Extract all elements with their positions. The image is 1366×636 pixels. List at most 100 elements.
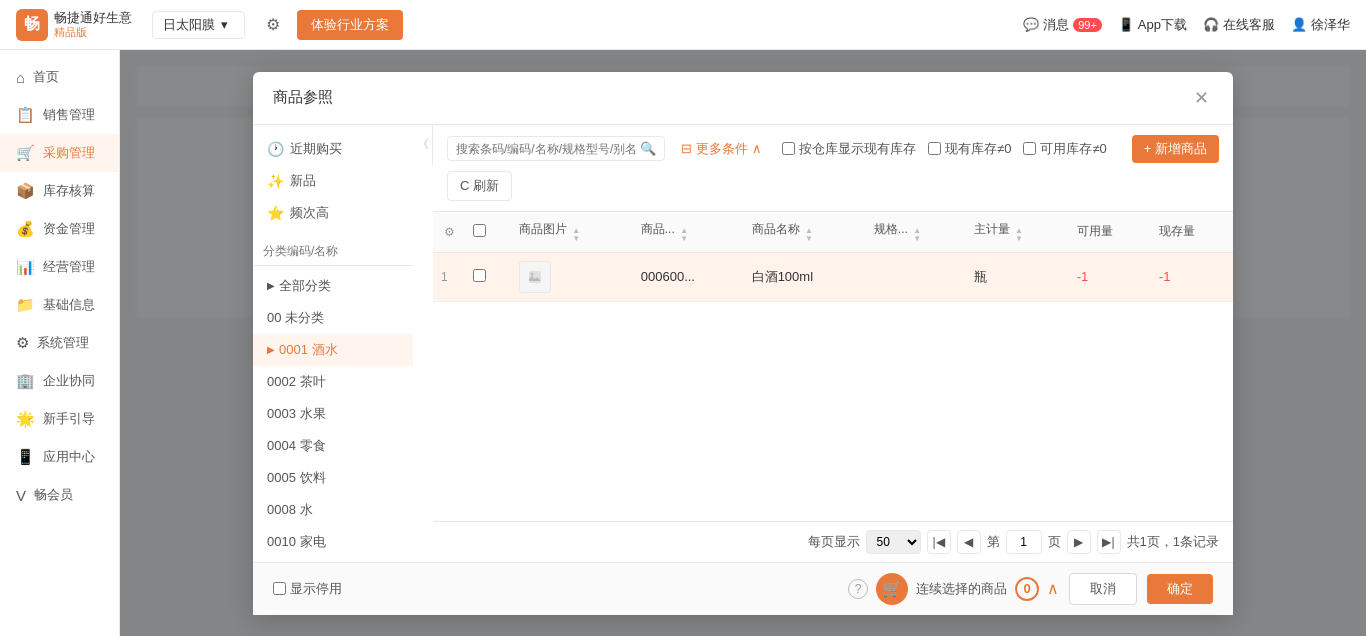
sidebar-item-enterprise[interactable]: 🏢 企业协同 (0, 362, 119, 400)
page-size-select[interactable]: 102050100 (866, 530, 921, 554)
refresh-button[interactable]: C 刷新 (447, 171, 512, 201)
show-disabled-checkbox[interactable]: 显示停用 (273, 580, 342, 598)
confirm-button[interactable]: 确定 (1147, 574, 1213, 604)
sidebar-item-apps[interactable]: 📱 应用中心 (0, 438, 119, 476)
category-item-0005[interactable]: 0005 饮料 (253, 462, 413, 494)
product-toolbar: 🔍 ⊟ 更多条件 ∧ 按仓库显示现有库存 (433, 125, 1233, 212)
sidebar-item-basic[interactable]: 📁 基础信息 (0, 286, 119, 324)
show-stock-checkbox[interactable]: 按仓库显示现有库存 (782, 140, 916, 158)
collapse-panel-button[interactable]: 《 (413, 125, 433, 165)
avatar: 👤 (1291, 17, 1307, 32)
sidebar-item-purchase[interactable]: 🛒 采购管理 (0, 134, 119, 172)
logo-icon: 畅 (16, 9, 48, 41)
row-checkbox-cell[interactable] (465, 252, 511, 301)
next-page-button[interactable]: ▶ (1067, 530, 1091, 554)
row-num-cell: 1 (433, 252, 465, 301)
trial-button[interactable]: 体验行业方案 (297, 10, 403, 40)
product-thumbnail (519, 261, 551, 293)
star-icon: ⭐ (267, 205, 284, 221)
stock-not-zero-input[interactable] (928, 142, 941, 155)
page-number-input[interactable] (1006, 530, 1042, 554)
sidebar-item-operations[interactable]: 📊 经营管理 (0, 248, 119, 286)
sidebar-item-guide[interactable]: 🌟 新手引导 (0, 400, 119, 438)
recent-purchases-item[interactable]: 🕐 近期购买 (253, 133, 413, 165)
frequent-item[interactable]: ⭐ 频次高 (253, 197, 413, 229)
clock-icon: 🕐 (267, 141, 284, 157)
finance-icon: 💰 (16, 220, 35, 238)
message-button[interactable]: 💬 消息 99+ (1023, 16, 1102, 34)
available-not-zero-input[interactable] (1023, 142, 1036, 155)
more-filter-button[interactable]: ⊟ 更多条件 ∧ (673, 136, 770, 162)
content-area: 商品参照 ✕ 🕐 近期购买 (120, 50, 1366, 636)
table-row[interactable]: 1 (433, 252, 1233, 301)
logo-text: 畅捷通好生意 精品版 (54, 10, 132, 39)
system-icon: ⚙ (16, 334, 29, 352)
row-unit-cell: 瓶 (966, 252, 1069, 301)
product-search-icon[interactable]: 🔍 (640, 141, 656, 156)
column-spec: 规格... ▲▼ (866, 212, 966, 253)
pagination: 每页显示 102050100 |◀ ◀ 第 页 ▶ ▶| 共1页，1条记录 (433, 521, 1233, 562)
category-item-00[interactable]: 00 未分类 (253, 302, 413, 334)
modal-overlay: 商品参照 ✕ 🕐 近期购买 (120, 50, 1366, 636)
online-service-button[interactable]: 🎧 在线客服 (1203, 16, 1275, 34)
sidebar-item-system[interactable]: ⚙ 系统管理 (0, 324, 119, 362)
column-stock: 现存量 (1151, 212, 1233, 253)
product-search-box: 🔍 (447, 136, 665, 161)
row-code-cell: 000600... (633, 252, 744, 301)
prev-page-button[interactable]: ◀ (957, 530, 981, 554)
table-body: 1 (433, 252, 1233, 301)
column-image: 商品图片 ▲▼ (511, 212, 633, 253)
show-stock-input[interactable] (782, 142, 795, 155)
svg-rect-0 (529, 271, 541, 283)
footer-left: 显示停用 (273, 580, 342, 598)
select-all-checkbox[interactable] (473, 224, 486, 237)
apps-icon: 📱 (16, 448, 35, 466)
category-item-0002[interactable]: 0002 茶叶 (253, 366, 413, 398)
chevron-up-icon[interactable]: ∧ (1047, 579, 1059, 598)
sort-code-icon: ▲▼ (680, 227, 688, 243)
row-checkbox[interactable] (473, 269, 486, 282)
column-settings[interactable]: ⚙ (433, 212, 465, 253)
stock-not-zero-checkbox[interactable]: 现有库存≠0 (928, 140, 1011, 158)
category-item-0001[interactable]: ▶ 0001 酒水 (253, 334, 413, 366)
sidebar-item-home[interactable]: ⌂ 首页 (0, 58, 119, 96)
new-products-item[interactable]: ✨ 新品 (253, 165, 413, 197)
cancel-button[interactable]: 取消 (1069, 573, 1137, 605)
app-download-button[interactable]: 📱 App下载 (1118, 16, 1187, 34)
row-name-cell: 白酒100ml (744, 252, 866, 301)
user-profile[interactable]: 👤 徐泽华 (1291, 16, 1350, 34)
table-settings-icon[interactable]: ⚙ (444, 225, 455, 239)
sidebar-item-member[interactable]: V 畅会员 (0, 476, 119, 514)
main-layout: ⌂ 首页 📋 销售管理 🛒 采购管理 📦 库存核算 💰 资金管理 📊 经营管理 … (0, 50, 1366, 636)
product-search-input[interactable] (456, 142, 636, 156)
new-icon: ✨ (267, 173, 284, 189)
category-item-0003[interactable]: 0003 水果 (253, 398, 413, 430)
sidebar-item-sales[interactable]: 📋 销售管理 (0, 96, 119, 134)
last-page-button[interactable]: ▶| (1097, 530, 1121, 554)
store-selector[interactable]: 日太阳膜 ▾ (152, 11, 245, 39)
category-item-0004[interactable]: 0004 零食 (253, 430, 413, 462)
show-disabled-input[interactable] (273, 582, 286, 595)
cart-button[interactable]: 🛒 (876, 573, 908, 605)
modal-close-button[interactable]: ✕ (1189, 86, 1213, 110)
available-not-zero-checkbox[interactable]: 可用库存≠0 (1023, 140, 1106, 158)
row-available-cell: -1 (1069, 252, 1151, 301)
category-item-all[interactable]: ▶ 全部分类 (253, 270, 413, 302)
product-reference-modal: 商品参照 ✕ 🕐 近期购买 (253, 72, 1233, 615)
sidebar-item-inventory[interactable]: 📦 库存核算 (0, 172, 119, 210)
chevron-down-icon: ▾ (221, 17, 228, 32)
expand-arrow-icon: ▶ (267, 280, 275, 291)
recent-section: 🕐 近期购买 ✨ 新品 ⭐ 频次高 (253, 125, 413, 237)
settings-button[interactable]: ⚙ (257, 9, 289, 41)
chevron-up-icon: ∧ (752, 141, 762, 156)
sidebar-item-finance[interactable]: 💰 资金管理 (0, 210, 119, 248)
first-page-button[interactable]: |◀ (927, 530, 951, 554)
phone-icon: 📱 (1118, 17, 1134, 32)
category-item-0008[interactable]: 0008 水 (253, 494, 413, 526)
filter-icon: ⊟ (681, 141, 692, 156)
help-icon[interactable]: ? (848, 579, 868, 599)
category-item-0010[interactable]: 0010 家电 (253, 526, 413, 558)
add-product-button[interactable]: + 新增商品 (1132, 135, 1219, 163)
basic-icon: 📁 (16, 296, 35, 314)
category-search-input[interactable] (263, 244, 413, 258)
